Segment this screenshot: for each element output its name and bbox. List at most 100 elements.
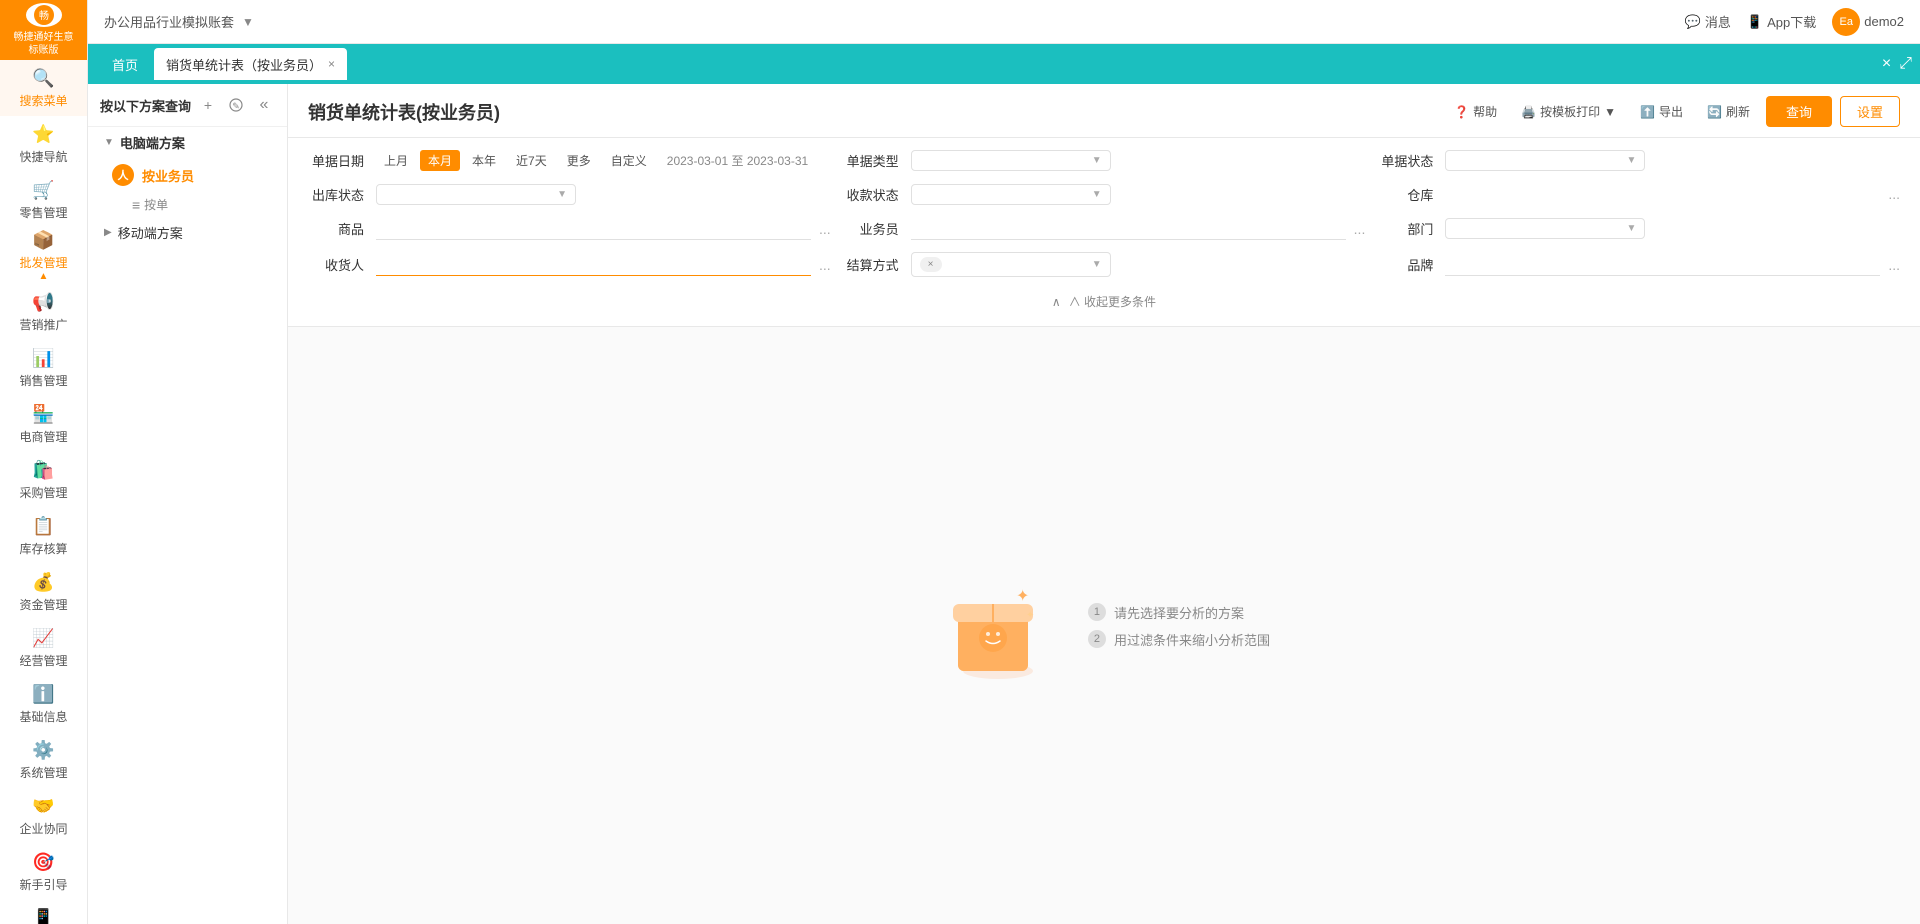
settlement-select[interactable]: × ▼ <box>911 252 1111 277</box>
export-btn[interactable]: ⬆️ 导出 <box>1632 99 1691 124</box>
date-tab-custom[interactable]: 自定义 <box>603 150 655 171</box>
tip-text-2: 用过滤条件来缩小分析范围 <box>1114 630 1270 649</box>
money-icon: 💰 <box>32 572 54 593</box>
consignee-input[interactable] <box>376 253 811 276</box>
tip-text-1: 请先选择要分析的方案 <box>1114 603 1244 622</box>
doc-type-arrow-icon: ▼ <box>1092 155 1102 166</box>
date-tab-7days[interactable]: 近7天 <box>508 150 555 171</box>
tab-minimize-icon[interactable]: × <box>1882 55 1891 73</box>
topbar: 办公用品行业模拟账套 ▼ 💬 消息 📱 App下载 Ea demo2 <box>88 0 1920 44</box>
query-btn[interactable]: 查询 <box>1766 96 1832 127</box>
tree-desktop-section[interactable]: ▼ 电脑端方案 <box>88 127 287 158</box>
brand-input[interactable] <box>1445 253 1880 276</box>
topbar-right: 💬 消息 📱 App下载 Ea demo2 <box>1685 8 1904 36</box>
refresh-btn[interactable]: 🔄 刷新 <box>1699 99 1758 124</box>
date-tab-this-year[interactable]: 本年 <box>464 150 504 171</box>
page-actions: ❓ 帮助 🖨️ 按模板打印 ▼ ⬆️ 导出 <box>1446 96 1900 127</box>
export-icon: ⬆️ <box>1640 105 1655 119</box>
box-icon: 📦 <box>32 230 54 251</box>
bag-icon: 🛍️ <box>32 460 54 481</box>
sidebar-item-enterprise[interactable]: 🤝 企业协同 <box>0 788 87 844</box>
sidebar-item-quick[interactable]: ⭐ 快捷导航 <box>0 116 87 172</box>
tab-active[interactable]: 销货单统计表（按业务员） × <box>154 48 347 80</box>
collapse-panel-btn[interactable]: « <box>253 94 275 116</box>
page-title: 销货单统计表(按业务员) <box>308 99 500 125</box>
doc-type-select[interactable]: ▼ <box>911 150 1111 171</box>
print-btn[interactable]: 🖨️ 按模板打印 ▼ <box>1513 99 1624 124</box>
store-icon: 🏪 <box>32 404 54 425</box>
tree-mobile-expand-icon: ▶ <box>104 227 112 238</box>
brand-dots-btn[interactable]: ... <box>1888 257 1900 273</box>
search-icon: 🔍 <box>32 68 54 89</box>
sidebar-item-system[interactable]: ⚙️ 系统管理 <box>0 732 87 788</box>
settings-btn[interactable]: 设置 <box>1840 96 1900 127</box>
salesman-dots-btn[interactable]: ... <box>1354 221 1366 237</box>
settlement-clear-icon[interactable]: × <box>928 259 934 270</box>
date-tab-more[interactable]: 更多 <box>559 150 599 171</box>
topbar-dropdown-icon[interactable]: ▼ <box>242 15 254 29</box>
tree-sub-icon: ≡ <box>132 197 140 213</box>
goods-dots-btn[interactable]: ... <box>819 221 831 237</box>
doc-status-select[interactable]: ▼ <box>1445 150 1645 171</box>
filter-section: 销货单统计表(按业务员) ❓ 帮助 🖨️ 按模板打印 ▼ <box>288 84 1920 327</box>
sidebar-item-finance[interactable]: 💰 资金管理 <box>0 564 87 620</box>
consignee-control: ... <box>376 253 831 276</box>
sidebar-item-basic[interactable]: ℹ️ 基础信息 <box>0 676 87 732</box>
goods-label: 商品 <box>308 219 364 238</box>
date-tab-last-month[interactable]: 上月 <box>376 150 416 171</box>
logo-icon: 畅 <box>26 3 62 27</box>
settlement-label: 结算方式 <box>843 255 899 274</box>
help-btn[interactable]: ❓ 帮助 <box>1446 99 1505 124</box>
sidebar-item-ecommerce[interactable]: 🏪 电商管理 <box>0 396 87 452</box>
warehouse-dots-btn[interactable]: ... <box>1888 186 1900 202</box>
salesman-input[interactable] <box>911 217 1346 240</box>
date-tab-this-month[interactable]: 本月 <box>420 150 460 171</box>
tree-sub-by-order[interactable]: ≡ 按单 <box>88 192 287 217</box>
cart-icon: 🛒 <box>32 180 54 201</box>
right-main: 销货单统计表(按业务员) ❓ 帮助 🖨️ 按模板打印 ▼ <box>288 84 1920 924</box>
out-status-control: ▼ <box>376 184 831 205</box>
date-tabs: 上月 本月 本年 近7天 更多 自定义 <box>376 150 655 171</box>
sidebar-item-marketing[interactable]: 📢 营销推广 <box>0 284 87 340</box>
svg-text:畅: 畅 <box>39 9 49 22</box>
app-download-btn[interactable]: 📱 App下载 <box>1747 12 1816 31</box>
print-icon: 🖨️ <box>1521 105 1536 119</box>
consignee-dots-btn[interactable]: ... <box>819 257 831 273</box>
sidebar-item-appstore[interactable]: 📱 应用中心 <box>0 900 87 924</box>
sidebar-item-inventory[interactable]: 📋 库存核算 <box>0 508 87 564</box>
add-scheme-btn[interactable]: + <box>197 94 219 116</box>
tab-maximize-icon[interactable]: ⤢ <box>1899 55 1912 73</box>
receipt-status-select[interactable]: ▼ <box>911 184 1111 205</box>
tree-node-salesman[interactable]: 人 按业务员 <box>88 158 287 192</box>
sidebar-item-search[interactable]: 🔍 搜索菜单 <box>0 60 87 116</box>
tab-close-icon[interactable]: × <box>328 57 335 71</box>
avatar: Ea <box>1832 8 1860 36</box>
salesman-control: ... <box>911 217 1366 240</box>
receipt-status-control: ▼ <box>911 184 1366 205</box>
consignee-label: 收货人 <box>308 255 364 274</box>
sidebar-item-operation[interactable]: 📈 经营管理 <box>0 620 87 676</box>
tree-active-icon: 人 <box>112 164 134 186</box>
refresh-icon: 🔄 <box>1707 105 1722 119</box>
doc-type-control: ▼ <box>911 150 1366 171</box>
sidebar-item-retail[interactable]: 🛒 零售管理 <box>0 172 87 228</box>
dept-select[interactable]: ▼ <box>1445 218 1645 239</box>
doc-status-control: ▼ <box>1445 150 1900 171</box>
collapse-conditions-btn[interactable]: ∧ ∧ 收起更多条件 <box>308 289 1900 314</box>
user-menu[interactable]: Ea demo2 <box>1832 8 1904 36</box>
date-filter-control: 上月 本月 本年 近7天 更多 自定义 2023-03-01 至 2023-03… <box>376 150 831 171</box>
tree-mobile-section[interactable]: ▶ 移动端方案 <box>88 217 287 248</box>
warehouse-input[interactable] <box>1445 183 1880 205</box>
message-btn[interactable]: 💬 消息 <box>1685 12 1731 31</box>
svg-text:✦: ✦ <box>1026 610 1034 621</box>
sidebar-item-purchase[interactable]: 🛍️ 采购管理 <box>0 452 87 508</box>
tab-home[interactable]: 首页 <box>96 44 154 84</box>
out-status-select[interactable]: ▼ <box>376 184 576 205</box>
phone-icon: 📱 <box>32 908 54 924</box>
edit-scheme-btn[interactable]: ✎ <box>225 94 247 116</box>
goods-input[interactable] <box>376 217 811 240</box>
sidebar-item-wholesale[interactable]: 📦 批发管理 ▲ <box>0 228 87 284</box>
sidebar-item-newbie[interactable]: 🎯 新手引导 <box>0 844 87 900</box>
sidebar-item-sales[interactable]: 📊 销售管理 <box>0 340 87 396</box>
tip-num-2: 2 <box>1088 630 1106 648</box>
